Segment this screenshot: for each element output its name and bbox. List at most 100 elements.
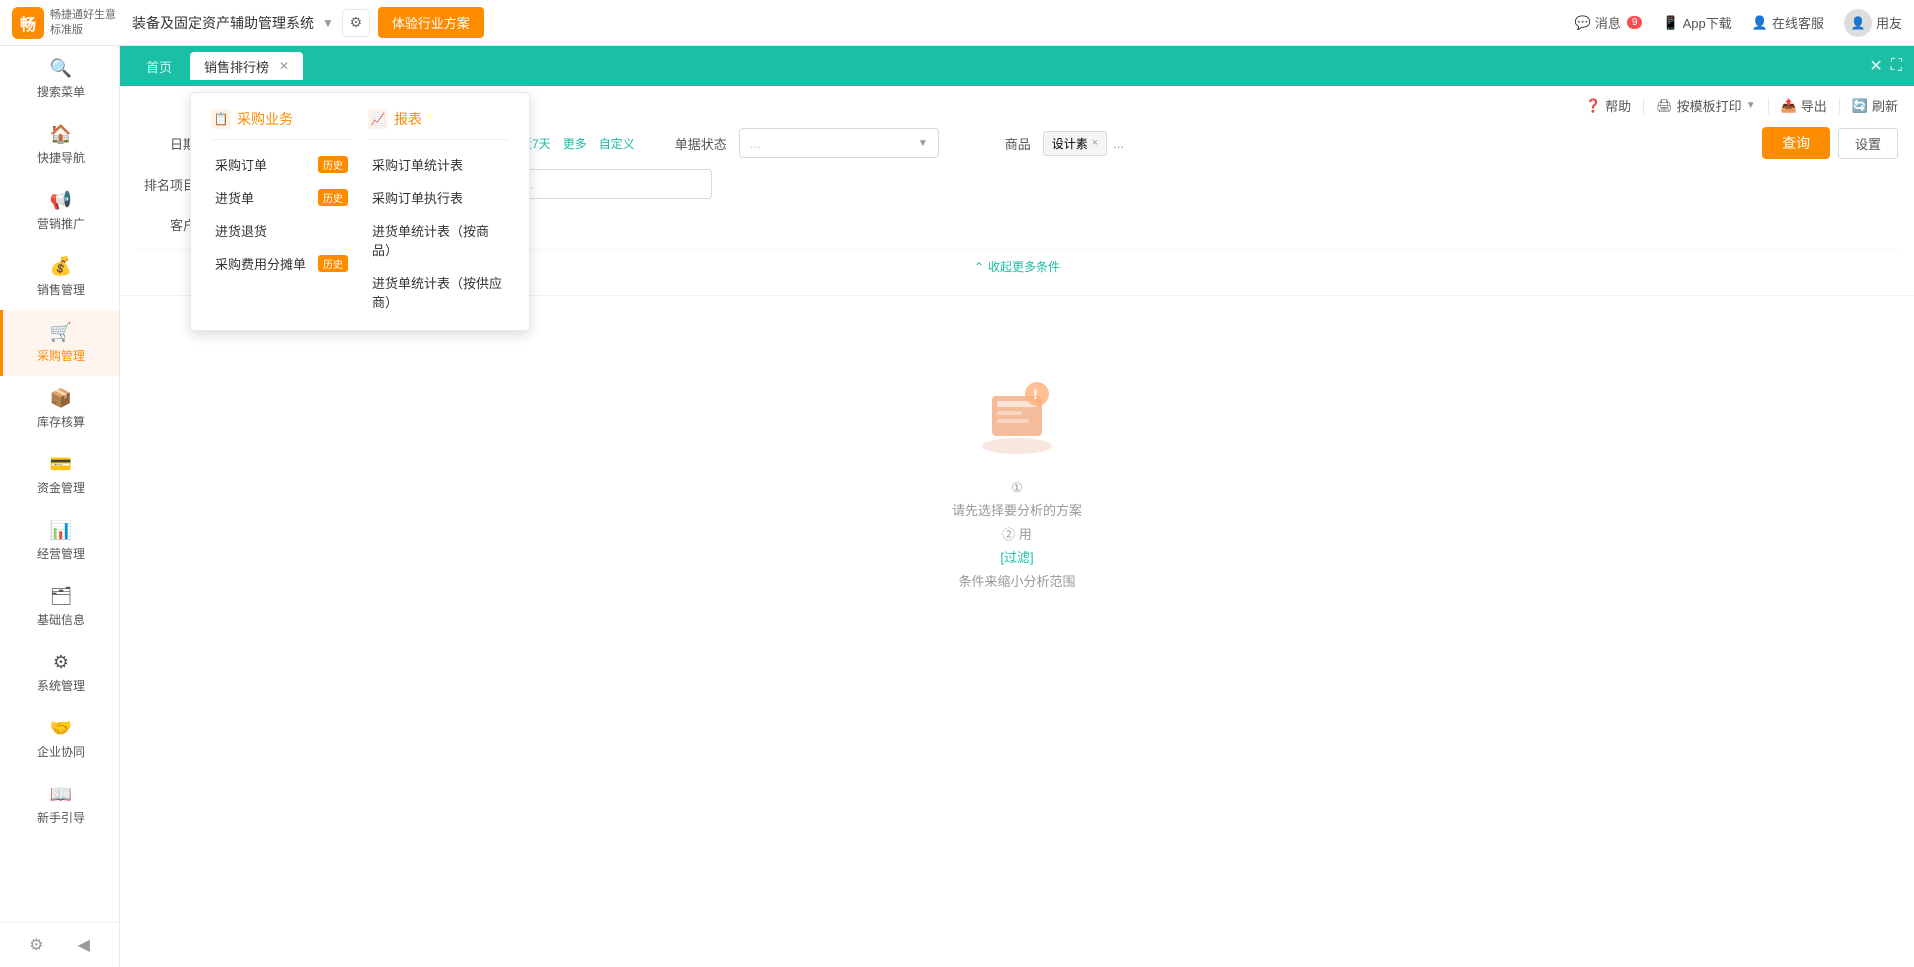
query-button[interactable]: 查询 (1762, 127, 1830, 159)
online-service-button[interactable]: 👤 在线客服 (1752, 13, 1824, 32)
date-label: 日期 (136, 134, 196, 153)
sidebar-item-system[interactable]: ⚙ 系统管理 (0, 640, 119, 706)
menu-item-purchase-expense[interactable]: 采购费用分摊单 历史 (211, 247, 352, 280)
logo: 畅 畅捷通好生意 标准版 (12, 7, 132, 39)
sidebar-collapse-icon[interactable]: ◀ (78, 935, 90, 955)
cooperation-icon: 🤝 (50, 718, 72, 739)
date-more[interactable]: 更多 (563, 135, 587, 152)
sales-icon: 💰 (50, 256, 72, 277)
report-column: 📈 报表 采购订单统计表 采购订单执行表 进货单统计表（按商品） 进货单统计表（… (360, 105, 517, 318)
menu-item-purchase-order-exec[interactable]: 采购订单执行表 (368, 181, 509, 214)
sidebar-item-purchase[interactable]: 🛒 采购管理 (0, 310, 119, 376)
salesperson-input[interactable]: ... (512, 169, 712, 199)
purchase-dropdown: 📋 采购业务 采购订单 历史 进货单 历史 进货退货 (190, 92, 530, 331)
sidebar-item-sales[interactable]: 💰 销售管理 (0, 244, 119, 310)
service-icon: 👤 (1752, 15, 1768, 31)
product-tag-remove[interactable]: × (1092, 137, 1098, 149)
sidebar-item-base-info[interactable]: 🗂 基础信息 (0, 574, 119, 640)
action-buttons: 查询 设置 (1762, 127, 1898, 159)
app-download-button[interactable]: 📱 App下载 (1662, 13, 1731, 32)
industry-button[interactable]: 体验行业方案 (378, 7, 484, 38)
svg-text:!: ! (1033, 386, 1038, 402)
print-button[interactable]: 🖨 按模板打印 ▼ (1656, 96, 1755, 115)
inventory-icon: 📦 (50, 388, 72, 409)
tab-sales-rank[interactable]: 销售排行榜 ✕ 📋 采购业务 采购订单 历史 进货单 历史 (190, 52, 303, 80)
sidebar-item-search[interactable]: 🔍 搜索菜单 (0, 46, 119, 112)
tab-close-icon[interactable]: ✕ (279, 59, 289, 73)
export-button[interactable]: 📤 导出 (1781, 96, 1827, 115)
toolbar-divider2 (1768, 98, 1769, 114)
product-dots[interactable]: ... (1113, 136, 1124, 151)
menu-item-purchase-incoming[interactable]: 进货单 历史 (211, 181, 352, 214)
empty-illustration: ! (967, 376, 1067, 456)
order-status-label: 单据状态 (667, 134, 727, 153)
export-icon: 📤 (1781, 98, 1797, 114)
tab-close-all-icon[interactable]: ✕ (1869, 56, 1882, 76)
print-icon: 🖨 (1656, 98, 1673, 114)
order-status-input[interactable]: ... ▼ (739, 128, 939, 158)
order-status-value: ... (750, 136, 761, 151)
report-col-icon: 📈 (368, 109, 388, 129)
sidebar: 🔍 搜索菜单 🏠 快捷导航 📢 营销推广 💰 销售管理 🛒 采购管理 📦 库存核… (0, 46, 120, 967)
tab-expand-icon[interactable]: ⛶ (1891, 57, 1902, 75)
fund-icon: 💳 (50, 454, 72, 475)
base-info-icon: 🗂 (50, 586, 73, 607)
purchase-col-title: 📋 采购业务 (211, 105, 352, 140)
system-title: 装备及固定资产辅助管理系统 (132, 13, 314, 33)
operation-icon: 📊 (50, 520, 72, 541)
toolbar-divider3 (1839, 98, 1840, 114)
history-badge: 历史 (318, 189, 348, 206)
menu-item-incoming-by-product[interactable]: 进货单统计表（按商品） (368, 214, 509, 266)
sidebar-item-quick-nav[interactable]: 🏠 快捷导航 (0, 112, 119, 178)
help-button[interactable]: ❓ 帮助 (1585, 96, 1631, 115)
product-label: 商品 (971, 134, 1031, 153)
customer-label: 客户 (136, 215, 196, 234)
user-avatar: 👤 (1844, 9, 1872, 37)
sidebar-item-fund[interactable]: 💳 资金管理 (0, 442, 119, 508)
refresh-button[interactable]: 🔄 刷新 (1852, 96, 1898, 115)
rank-label: 排名项目 (136, 175, 196, 194)
product-tag: 设计素 × (1043, 131, 1107, 156)
date-custom[interactable]: 自定义 (599, 135, 635, 152)
logo-text: 畅捷通好生意 标准版 (50, 8, 116, 37)
menu-item-purchase-return[interactable]: 进货退货 (211, 214, 352, 247)
sidebar-settings-icon[interactable]: ⚙ (29, 935, 43, 955)
menu-item-purchase-order-stats[interactable]: 采购订单统计表 (368, 148, 509, 181)
top-bar-title: 装备及固定资产辅助管理系统 ▼ ⚙ 体验行业方案 (132, 7, 1575, 38)
gear-button[interactable]: ⚙ (342, 9, 370, 37)
home-icon: 🏠 (50, 124, 72, 145)
top-bar-right: 💬 消息 9 📱 App下载 👤 在线客服 👤 用友 (1575, 9, 1902, 37)
empty-state: ! ① 请先选择要分析的方案 ② 用[过滤]条件来缩小分析范围 (120, 296, 1914, 673)
sidebar-item-marketing[interactable]: 📢 营销推广 (0, 178, 119, 244)
sidebar-item-cooperation[interactable]: 🤝 企业协同 (0, 706, 119, 772)
main-area: 首页 销售排行榜 ✕ 📋 采购业务 采购订单 历史 进货单 (120, 46, 1914, 967)
sidebar-item-operation[interactable]: 📊 经营管理 (0, 508, 119, 574)
top-bar: 畅 畅捷通好生意 标准版 装备及固定资产辅助管理系统 ▼ ⚙ 体验行业方案 💬 … (0, 0, 1914, 46)
guide-icon: 📖 (50, 784, 72, 805)
sidebar-item-inventory[interactable]: 📦 库存核算 (0, 376, 119, 442)
message-icon: 💬 (1575, 15, 1591, 31)
message-badge: 9 (1627, 16, 1643, 29)
tab-home[interactable]: 首页 (132, 52, 186, 80)
order-status-arrow: ▼ (918, 138, 928, 149)
purchase-column: 📋 采购业务 采购订单 历史 进货单 历史 进货退货 (203, 105, 360, 318)
system-icon: ⚙ (53, 652, 69, 673)
user-menu[interactable]: 👤 用友 (1844, 9, 1902, 37)
empty-text: ① 请先选择要分析的方案 ② 用[过滤]条件来缩小分析范围 (952, 476, 1082, 593)
help-icon: ❓ (1585, 98, 1601, 114)
tab-bar: 首页 销售排行榜 ✕ 📋 采购业务 采购订单 历史 进货单 (120, 46, 1914, 86)
setting-button[interactable]: 设置 (1838, 128, 1898, 159)
purchase-icon: 🛒 (50, 322, 72, 343)
logo-icon: 畅 (12, 7, 44, 39)
toolbar-divider1 (1643, 98, 1644, 114)
sidebar-item-guide[interactable]: 📖 新手引导 (0, 772, 119, 838)
print-dropdown-arrow[interactable]: ▼ (1746, 100, 1756, 111)
title-dropdown-arrow[interactable]: ▼ (322, 16, 334, 30)
refresh-icon: 🔄 (1852, 98, 1868, 114)
app-icon: 📱 (1662, 15, 1678, 31)
report-col-title: 📈 报表 (368, 105, 509, 140)
menu-item-purchase-order[interactable]: 采购订单 历史 (211, 148, 352, 181)
search-icon: 🔍 (50, 58, 72, 79)
menu-item-incoming-by-supplier[interactable]: 进货单统计表（按供应商） (368, 266, 509, 318)
message-button[interactable]: 💬 消息 9 (1575, 13, 1643, 32)
